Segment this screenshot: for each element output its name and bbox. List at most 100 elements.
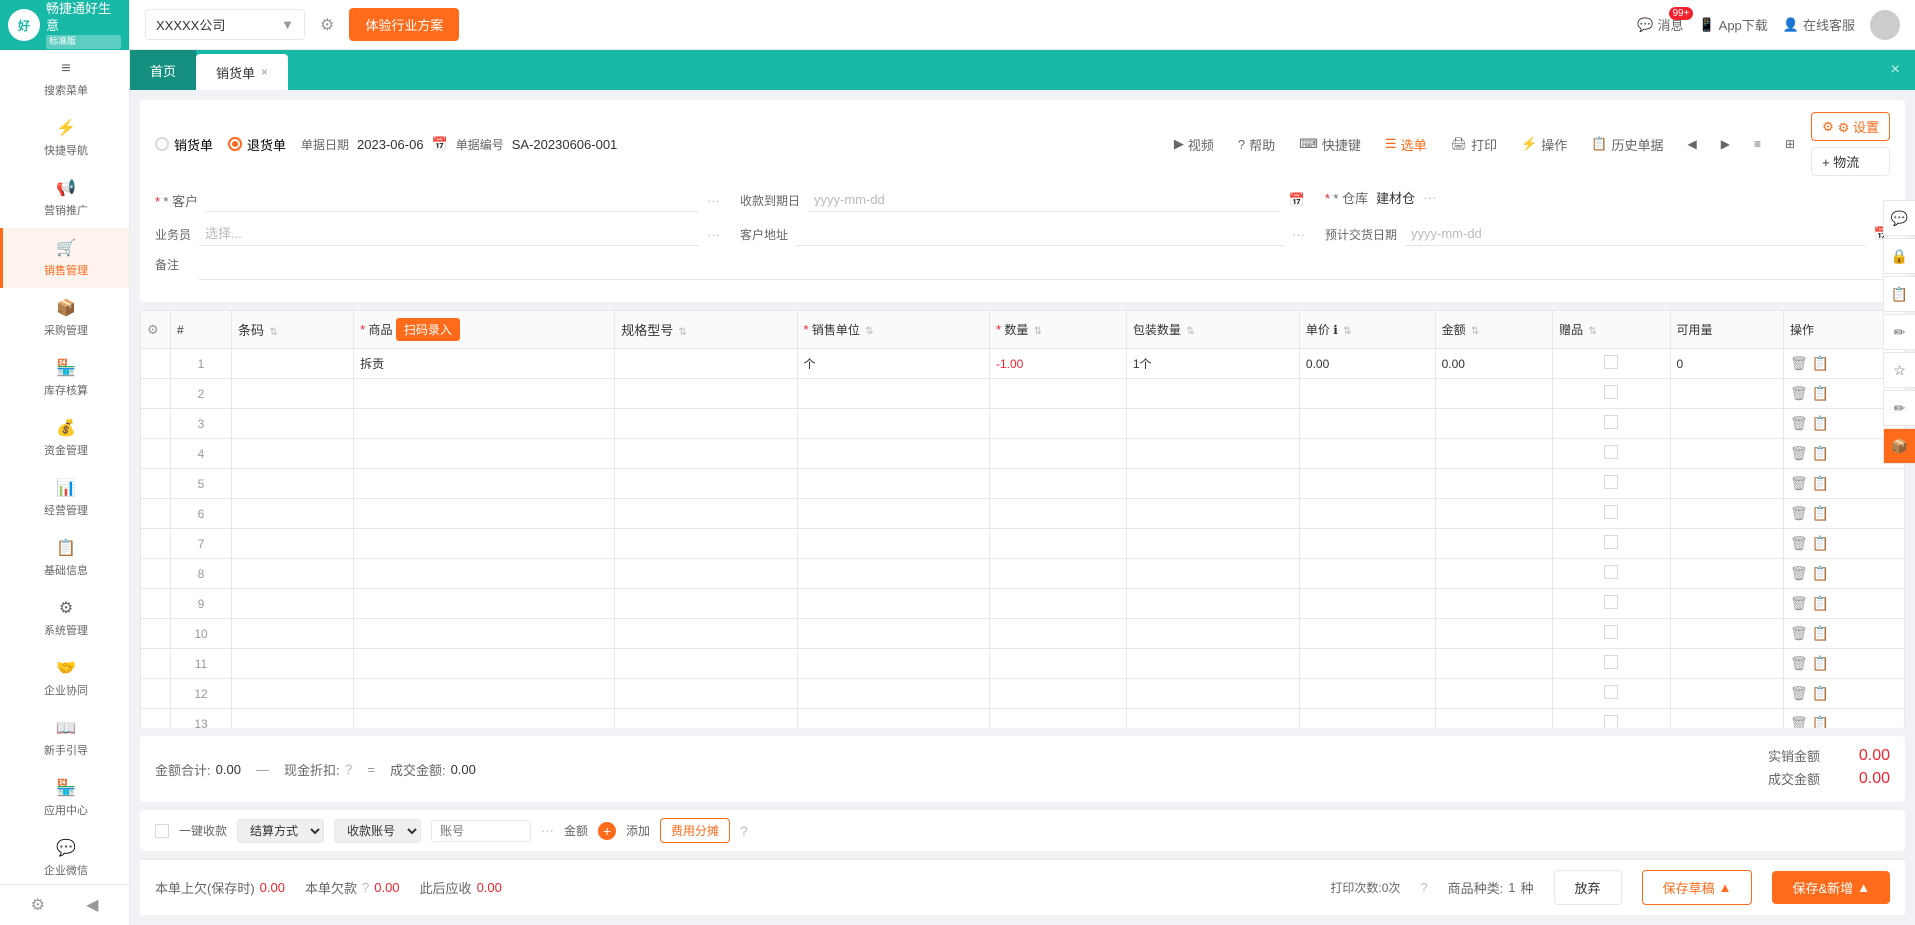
- settings-icon[interactable]: ⚙: [31, 895, 45, 915]
- view-grid-btn[interactable]: ⊞: [1777, 133, 1803, 155]
- customer-address-input[interactable]: [796, 222, 1284, 246]
- delete-btn[interactable]: 🗑: [1790, 595, 1808, 612]
- sidebar-item-purchase[interactable]: 📦 采购管理: [0, 288, 129, 348]
- tab-sales-order[interactable]: 销货单 ×: [196, 54, 288, 90]
- copy-btn[interactable]: 📋: [1812, 685, 1829, 702]
- delete-btn[interactable]: 🗑: [1790, 445, 1808, 462]
- gift-checkbox[interactable]: [1604, 535, 1618, 549]
- sidebar-item-search[interactable]: ≡ 搜索菜单: [0, 50, 129, 108]
- gift-checkbox[interactable]: [1604, 565, 1618, 579]
- view-list-btn[interactable]: ≡: [1746, 133, 1769, 155]
- discard-button[interactable]: 放弃: [1554, 870, 1622, 905]
- fee-distribution-button[interactable]: 费用分摊: [660, 818, 730, 843]
- gift-checkbox[interactable]: [1604, 505, 1618, 519]
- sales-order-radio[interactable]: 销货单: [155, 135, 213, 154]
- delete-btn[interactable]: 🗑: [1790, 385, 1808, 402]
- delete-btn[interactable]: 🗑: [1790, 685, 1808, 702]
- copy-btn[interactable]: 📋: [1812, 445, 1829, 462]
- delete-btn[interactable]: 🗑: [1790, 565, 1808, 582]
- customer-more-icon[interactable]: ···: [707, 193, 720, 208]
- payment-date-calendar-icon[interactable]: 📅: [1289, 192, 1305, 208]
- delete-btn[interactable]: 🗑: [1790, 505, 1808, 522]
- sidebar-item-wechat[interactable]: 💬 企业微信: [0, 828, 129, 884]
- right-btn-2[interactable]: 🔒: [1883, 238, 1915, 274]
- delete-btn[interactable]: 🗑: [1790, 475, 1808, 492]
- copy-btn[interactable]: 📋: [1812, 385, 1829, 402]
- gift-checkbox[interactable]: [1604, 715, 1618, 728]
- notes-input[interactable]: [199, 256, 1890, 280]
- th-settings[interactable]: ⚙: [141, 311, 171, 349]
- trial-button[interactable]: 体验行业方案: [349, 8, 459, 41]
- logistics-button[interactable]: + 物流: [1811, 147, 1890, 176]
- gift-checkbox[interactable]: [1604, 685, 1618, 699]
- fee-help-icon[interactable]: ?: [740, 823, 748, 839]
- app-download-button[interactable]: 📱 App下载: [1698, 15, 1767, 34]
- address-more-icon[interactable]: ···: [1292, 227, 1305, 242]
- copy-btn[interactable]: 📋: [1812, 535, 1829, 552]
- add-payment-button[interactable]: +: [598, 822, 616, 840]
- sidebar-item-appstore[interactable]: 🏪 应用中心: [0, 768, 129, 828]
- company-selector[interactable]: XXXXX公司 ▼: [145, 9, 305, 40]
- warehouse-more-icon[interactable]: ···: [1423, 190, 1436, 205]
- copy-btn[interactable]: 📋: [1812, 655, 1829, 672]
- nav-prev-btn[interactable]: ◀: [1680, 133, 1705, 155]
- right-btn-6[interactable]: ✏: [1883, 390, 1915, 426]
- delete-btn[interactable]: 🗑: [1790, 715, 1808, 728]
- topbar-gear-icon[interactable]: ⚙: [315, 10, 339, 40]
- shortcut-btn[interactable]: ⌨ 快捷键: [1291, 131, 1369, 158]
- customer-input[interactable]: [206, 188, 699, 212]
- sidebar-item-system[interactable]: ⚙ 系统管理: [0, 588, 129, 648]
- tab-close-icon[interactable]: ×: [261, 65, 268, 79]
- copy-btn[interactable]: 📋: [1812, 565, 1829, 582]
- payment-account-input[interactable]: [431, 820, 531, 842]
- right-btn-orange[interactable]: 📦: [1883, 428, 1915, 464]
- return-order-radio[interactable]: 退货单: [228, 135, 286, 154]
- gift-checkbox[interactable]: [1604, 355, 1618, 369]
- history-btn[interactable]: 📋 历史单据: [1583, 131, 1671, 158]
- payment-method-select[interactable]: 结算方式: [237, 819, 324, 843]
- delete-btn[interactable]: 🗑: [1790, 415, 1808, 432]
- payment-date-input[interactable]: [808, 188, 1281, 212]
- delete-btn[interactable]: 🗑: [1790, 625, 1808, 642]
- gift-checkbox[interactable]: [1604, 475, 1618, 489]
- collapse-icon[interactable]: ◀: [86, 895, 98, 915]
- online-service-button[interactable]: 👤 在线客服: [1783, 15, 1855, 34]
- scan-button[interactable]: 扫码录入: [396, 318, 460, 341]
- salesperson-input[interactable]: [199, 222, 699, 246]
- tab-home[interactable]: 首页: [130, 50, 196, 90]
- delete-btn[interactable]: 🗑: [1790, 355, 1808, 372]
- tabbar-close-icon[interactable]: ×: [1876, 61, 1915, 79]
- account-more-icon[interactable]: ···: [541, 823, 554, 838]
- help-btn[interactable]: ? 帮助: [1230, 131, 1283, 158]
- one-click-checkbox[interactable]: [155, 824, 169, 838]
- sidebar-item-finance[interactable]: 💰 资金管理: [0, 408, 129, 468]
- copy-btn[interactable]: 📋: [1812, 505, 1829, 522]
- print-btn[interactable]: 🖨 打印: [1443, 131, 1506, 158]
- right-btn-1[interactable]: 💬: [1883, 200, 1915, 236]
- gift-checkbox[interactable]: [1604, 655, 1618, 669]
- sidebar-item-marketing[interactable]: 📢 营销推广: [0, 168, 129, 228]
- right-btn-5[interactable]: ☆: [1883, 352, 1915, 388]
- settings-button[interactable]: ⚙ ⚙ 设置: [1811, 112, 1890, 141]
- sidebar-item-sales[interactable]: 🛒 销售管理: [0, 228, 129, 288]
- sidebar-item-inventory[interactable]: 🏪 库存核算: [0, 348, 129, 408]
- overdue-help-icon[interactable]: ?: [362, 880, 369, 895]
- copy-btn[interactable]: 📋: [1812, 595, 1829, 612]
- sidebar-item-guide[interactable]: 📖 新手引导: [0, 708, 129, 768]
- video-btn[interactable]: ▶ 视频: [1166, 131, 1222, 158]
- delete-btn[interactable]: 🗑: [1790, 535, 1808, 552]
- column-settings-icon[interactable]: ⚙: [147, 322, 159, 337]
- expected-date-input[interactable]: [1405, 222, 1866, 246]
- sidebar-item-basic[interactable]: 📋 基础信息: [0, 528, 129, 588]
- delete-btn[interactable]: 🗑: [1790, 655, 1808, 672]
- sidebar-item-collab[interactable]: 🤝 企业协同: [0, 648, 129, 708]
- gift-checkbox[interactable]: [1604, 385, 1618, 399]
- copy-btn[interactable]: 📋: [1812, 355, 1829, 372]
- copy-btn[interactable]: 📋: [1812, 715, 1829, 728]
- operate-btn[interactable]: ⚡ 操作: [1513, 131, 1575, 158]
- sidebar-item-shortcut[interactable]: ⚡ 快捷导航: [0, 108, 129, 168]
- sidebar-item-operation[interactable]: 📊 经营管理: [0, 468, 129, 528]
- right-btn-4[interactable]: ✏: [1883, 314, 1915, 350]
- nav-next-btn[interactable]: ▶: [1713, 133, 1738, 155]
- messages-button[interactable]: 💬 消息 99+: [1637, 15, 1683, 34]
